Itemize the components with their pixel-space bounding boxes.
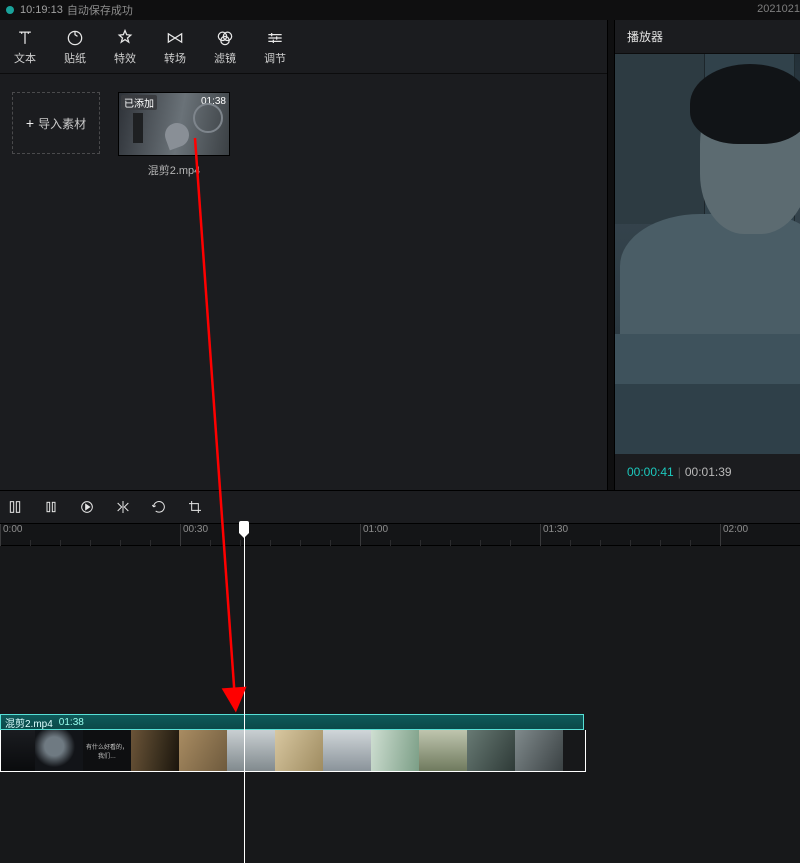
status-dot-icon <box>6 6 14 14</box>
tab-effects[interactable]: 特效 <box>100 28 150 66</box>
transition-icon <box>165 28 185 48</box>
split-icon <box>7 499 23 515</box>
effects-icon <box>115 28 135 48</box>
import-media-label: 导入素材 <box>38 115 86 132</box>
player-viewport[interactable] <box>615 54 800 454</box>
ruler-mark: 00:30 <box>180 524 208 546</box>
delete-icon <box>43 499 59 515</box>
filter-icon <box>215 28 235 48</box>
timeline-clip-duration: 01:38 <box>59 717 84 728</box>
video-track[interactable]: 混剪2.mp4 01:38 有什么好看的，我们… <box>0 714 800 774</box>
media-clip-name: 混剪2.mp4 <box>148 162 201 178</box>
crop-icon <box>187 499 203 515</box>
ruler-mark: 01:30 <box>540 524 568 546</box>
timeline-toolbar <box>0 490 800 524</box>
tab-text[interactable]: 文本 <box>0 28 50 66</box>
tab-sticker[interactable]: 贴纸 <box>50 28 100 66</box>
tab-adjust-label: 调节 <box>264 50 286 66</box>
sticker-icon <box>65 28 85 48</box>
player-title: 播放器 <box>615 20 800 54</box>
tab-text-label: 文本 <box>14 50 36 66</box>
timeline-clip-header[interactable]: 混剪2.mp4 01:38 <box>0 714 584 730</box>
mirror-icon <box>115 499 131 515</box>
adjust-icon <box>265 28 285 48</box>
player-timecode: 00:00:41 | 00:01:39 <box>615 454 800 490</box>
rotate-button[interactable] <box>150 498 168 516</box>
media-clip[interactable]: 已添加 01:38 混剪2.mp4 <box>118 92 230 178</box>
mirror-button[interactable] <box>114 498 132 516</box>
tab-sticker-label: 贴纸 <box>64 50 86 66</box>
timeline-clip-frames[interactable]: 有什么好看的，我们… <box>0 730 586 772</box>
player-total-time: 00:01:39 <box>685 465 732 479</box>
tab-filter-label: 滤镜 <box>214 50 236 66</box>
import-media-button[interactable]: + 导入素材 <box>12 92 100 154</box>
delete-button[interactable] <box>42 498 60 516</box>
speed-button[interactable] <box>78 498 96 516</box>
top-toolbar: 文本 贴纸 特效 转场 滤镜 调节 <box>0 20 607 74</box>
timeline-subtitle-frame: 有什么好看的，我们… <box>83 730 131 771</box>
timeline-clip[interactable]: 混剪2.mp4 01:38 有什么好看的，我们… <box>0 714 800 774</box>
player-current-time: 00:00:41 <box>627 465 674 479</box>
tab-effects-label: 特效 <box>114 50 136 66</box>
tab-transition[interactable]: 转场 <box>150 28 200 66</box>
title-bar: 10:19:13 自动保存成功 2021021 <box>0 0 800 20</box>
tab-filter[interactable]: 滤镜 <box>200 28 250 66</box>
tab-adjust[interactable]: 调节 <box>250 28 300 66</box>
time-separator: | <box>678 465 681 479</box>
crop-button[interactable] <box>186 498 204 516</box>
split-button[interactable] <box>6 498 24 516</box>
timeline-ruler[interactable]: 0:00 00:30 01:00 01:30 02:00 <box>0 524 800 546</box>
ruler-mark: 02:00 <box>720 524 748 546</box>
ruler-mark: 01:00 <box>360 524 388 546</box>
speed-icon <box>79 499 95 515</box>
app-date: 2021021 <box>757 3 800 15</box>
clip-added-badge: 已添加 <box>121 95 157 110</box>
rotate-icon <box>151 499 167 515</box>
tab-transition-label: 转场 <box>164 50 186 66</box>
timeline[interactable]: 混剪2.mp4 01:38 有什么好看的，我们… <box>0 546 800 863</box>
text-icon <box>15 28 35 48</box>
autosave-status: 自动保存成功 <box>67 2 133 18</box>
media-clip-thumb[interactable]: 已添加 01:38 <box>118 92 230 156</box>
autosave-time: 10:19:13 <box>20 4 63 16</box>
player-panel: 播放器 00:00:41 | 00:01:39 <box>614 20 800 490</box>
timeline-clip-name: 混剪2.mp4 <box>5 715 53 730</box>
plus-icon: + <box>26 115 34 131</box>
media-panel: 文本 贴纸 特效 转场 滤镜 调节 <box>0 20 608 490</box>
ruler-mark: 0:00 <box>0 524 22 546</box>
